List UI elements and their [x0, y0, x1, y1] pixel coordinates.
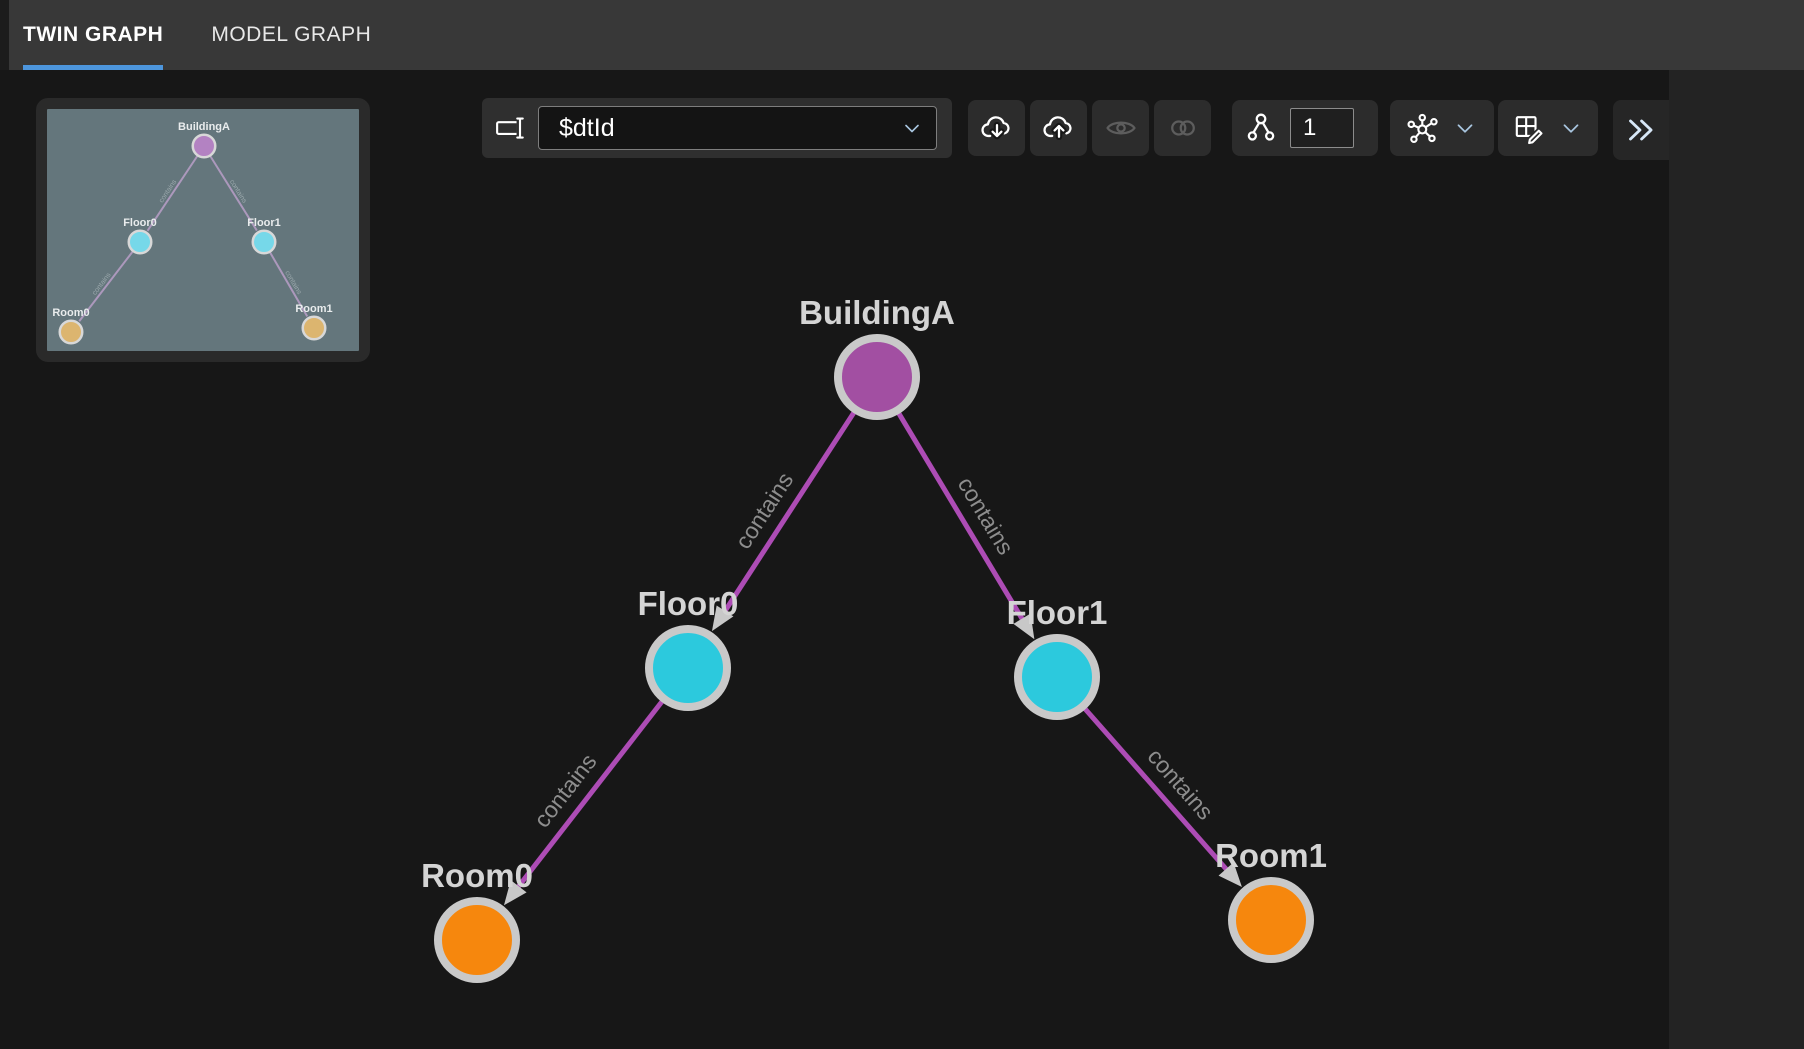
minimap-node-Floor1	[253, 231, 276, 254]
minimap-node-Room0	[60, 321, 83, 344]
minimap-node-Floor0	[129, 231, 152, 254]
rename-icon	[482, 113, 538, 143]
minimap-node-label: Room1	[295, 303, 332, 315]
show-relationships-button[interactable]	[1154, 100, 1211, 156]
chevron-down-icon	[1558, 115, 1584, 141]
expand-panel-button[interactable]	[1613, 100, 1669, 160]
expansion-level-input[interactable]	[1290, 108, 1354, 148]
minimap[interactable]: containscontainscontainscontainsBuilding…	[36, 98, 370, 362]
graph-node-Room0[interactable]	[438, 901, 516, 979]
table-edit-icon	[1512, 111, 1546, 145]
chevron-down-icon	[1452, 115, 1478, 141]
property-select-group: $dtId	[482, 98, 952, 158]
tab-model-graph-label: MODEL GRAPH	[211, 23, 371, 47]
minimap-node-label: Floor1	[247, 217, 281, 229]
minimap-svg: containscontainscontainscontainsBuilding…	[47, 109, 359, 351]
cloud-download-icon	[980, 111, 1014, 145]
graph-node-Room1[interactable]	[1232, 881, 1310, 959]
graph-node-label: BuildingA	[799, 294, 955, 331]
eye-icon	[1104, 111, 1138, 145]
graph-node-Floor0[interactable]	[649, 629, 727, 707]
minimap-node-BuildingA	[193, 135, 216, 158]
minimap-node-Room1	[303, 317, 326, 340]
tab-bar: TWIN GRAPH MODEL GRAPH	[0, 0, 1804, 70]
property-combobox[interactable]: $dtId	[538, 106, 937, 150]
download-twins-button[interactable]	[968, 100, 1025, 156]
cloud-upload-icon	[1042, 111, 1076, 145]
graph-layout-icon	[1406, 111, 1440, 145]
twin-graph-canvas[interactable]: containscontainscontainscontainsBuilding…	[0, 70, 1669, 1049]
chevron-down-icon	[900, 116, 924, 140]
graph-edge	[877, 377, 1026, 625]
expansion-level-group	[1232, 100, 1378, 156]
graph-node-label: Floor0	[638, 585, 739, 622]
link-icon	[1166, 111, 1200, 145]
graph-node-label: Room0	[421, 857, 533, 894]
graph-node-BuildingA[interactable]	[838, 338, 916, 416]
property-combobox-value: $dtId	[559, 114, 615, 143]
upload-twins-button[interactable]	[1030, 100, 1087, 156]
graph-node-Floor1[interactable]	[1018, 638, 1096, 716]
expansion-tree-icon	[1232, 111, 1290, 145]
show-all-button[interactable]	[1092, 100, 1149, 156]
minimap-node-label: BuildingA	[178, 121, 230, 133]
side-panel	[1669, 70, 1804, 1049]
double-chevron-right-icon	[1623, 112, 1659, 148]
tab-twin-graph[interactable]: TWIN GRAPH	[9, 0, 187, 70]
tab-twin-graph-label: TWIN GRAPH	[23, 23, 163, 47]
minimap-node-label: Floor0	[123, 217, 157, 229]
graph-node-label: Floor1	[1007, 594, 1108, 631]
graph-action-buttons	[968, 100, 1211, 156]
layout-dropdown-button[interactable]	[1390, 100, 1494, 156]
tab-model-graph[interactable]: MODEL GRAPH	[187, 0, 395, 70]
minimap-node-label: Room0	[52, 307, 89, 319]
window-edge-strip	[0, 0, 9, 70]
graph-node-label: Room1	[1215, 837, 1327, 874]
table-edit-dropdown-button[interactable]	[1498, 100, 1598, 156]
